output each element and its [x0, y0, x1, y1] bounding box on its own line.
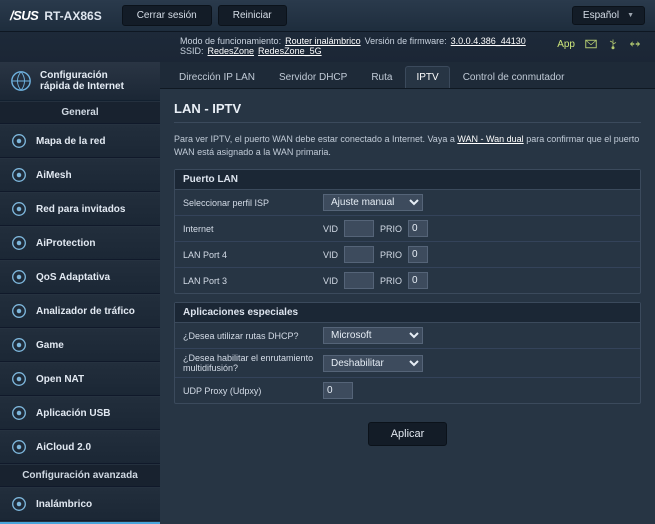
lan-row-label: Internet [183, 224, 323, 234]
app-link[interactable]: App [557, 39, 575, 50]
multicast-label: ¿Desea habilitar el enrutamiento multidi… [183, 353, 323, 373]
sidebar-item-analizador-de-tráfico[interactable]: Analizador de tráfico [0, 294, 160, 328]
sidebar-item-open-nat[interactable]: Open NAT [0, 362, 160, 396]
isp-profile-label: Seleccionar perfil ISP [183, 198, 323, 208]
udpxy-label: UDP Proxy (Udpxy) [183, 386, 323, 396]
globe-icon [10, 70, 32, 92]
nav-icon [10, 268, 28, 286]
sidebar-item-label: AiProtection [36, 238, 95, 249]
ssid-label: SSID: [180, 46, 204, 56]
lan-row: LAN Port 3VIDPRIO [175, 268, 640, 293]
nav-icon [10, 166, 28, 184]
lan-row: InternetVIDPRIO [175, 216, 640, 242]
lan-port-header: Puerto LAN [175, 170, 640, 190]
lan-row-label: LAN Port 4 [183, 250, 323, 260]
sidebar-item-label: Mapa de la red [36, 136, 105, 147]
nav-icon [10, 438, 28, 456]
model-name: RT-AX86S [44, 9, 101, 23]
sidebar-item-label: Red para invitados [36, 204, 125, 215]
sidebar-item-aicloud-2.0[interactable]: AiCloud 2.0 [0, 430, 160, 464]
sidebar-item-inalámbrico[interactable]: Inalámbrico [0, 487, 160, 521]
mode-link[interactable]: Router inalámbrico [285, 36, 361, 46]
logout-button[interactable]: Cerrar sesión [122, 5, 212, 26]
language-label: Español [583, 10, 619, 21]
vid-input[interactable] [344, 272, 374, 289]
sidebar-item-label: Open NAT [36, 374, 84, 385]
nav-icon [10, 302, 28, 320]
tab-servidor-dhcp[interactable]: Servidor DHCP [268, 66, 358, 88]
nav-icon [10, 336, 28, 354]
ssid2-link[interactable]: RedesZone_5G [258, 46, 322, 56]
language-selector[interactable]: Español ▼ [572, 6, 645, 25]
sidebar-item-label: Inalámbrico [36, 499, 92, 510]
content-area: Dirección IP LANServidor DHCPRutaIPTVCon… [160, 62, 655, 524]
usb-icon[interactable] [607, 38, 619, 50]
vid-input[interactable] [344, 246, 374, 263]
mail-icon[interactable] [585, 38, 597, 50]
nav-icon [10, 132, 28, 150]
vid-input[interactable] [344, 220, 374, 237]
advanced-header: Configuración avanzada [0, 464, 160, 487]
special-apps-section: Aplicaciones especiales ¿Desea utilizar … [174, 302, 641, 404]
nav-icon [10, 370, 28, 388]
sidebar-item-label: Game [36, 340, 64, 351]
isp-profile-select[interactable]: Ajuste manual [323, 194, 423, 211]
ssid1-link[interactable]: RedesZone [208, 46, 255, 56]
tab-dirección-ip-lan[interactable]: Dirección IP LAN [168, 66, 266, 88]
quick-line2: rápida de Internet [40, 81, 124, 92]
link-icon[interactable] [629, 38, 641, 50]
quick-setup[interactable]: Configuraciónrápida de Internet [0, 62, 160, 101]
sidebar-item-red-para-invitados[interactable]: Red para invitados [0, 192, 160, 226]
sidebar-item-aimesh[interactable]: AiMesh [0, 158, 160, 192]
brand-logo: /SUS [10, 8, 38, 23]
sidebar-item-aiprotection[interactable]: AiProtection [0, 226, 160, 260]
sidebar-item-game[interactable]: Game [0, 328, 160, 362]
fw-label: Versión de firmware: [365, 36, 447, 46]
quick-line1: Configuración [40, 70, 124, 81]
nav-icon [10, 404, 28, 422]
sidebar: Configuraciónrápida de Internet General … [0, 62, 160, 524]
special-apps-header: Aplicaciones especiales [175, 303, 640, 323]
sidebar-item-label: Aplicación USB [36, 408, 110, 419]
nav-icon [10, 200, 28, 218]
wan-dual-link[interactable]: WAN - Wan dual [457, 134, 523, 144]
sidebar-item-qos-adaptativa[interactable]: QoS Adaptativa [0, 260, 160, 294]
reboot-button[interactable]: Reiniciar [218, 5, 287, 26]
page-note: Para ver IPTV, el puerto WAN debe estar … [174, 133, 641, 159]
multicast-select[interactable]: Deshabilitar [323, 355, 423, 372]
tab-ruta[interactable]: Ruta [360, 66, 403, 88]
chevron-down-icon: ▼ [627, 12, 634, 19]
sidebar-item-label: AiMesh [36, 170, 72, 181]
fw-link[interactable]: 3.0.0.4.386_44130 [451, 36, 526, 46]
nav-icon [10, 234, 28, 252]
sidebar-item-label: AiCloud 2.0 [36, 442, 91, 453]
apply-button[interactable]: Aplicar [368, 422, 448, 446]
sidebar-item-aplicación-usb[interactable]: Aplicación USB [0, 396, 160, 430]
sidebar-item-mapa-de-la-red[interactable]: Mapa de la red [0, 124, 160, 158]
dhcp-routes-label: ¿Desea utilizar rutas DHCP? [183, 331, 323, 341]
page-title: LAN - IPTV [174, 101, 641, 123]
sidebar-item-label: Analizador de tráfico [36, 306, 135, 317]
info-bar: Modo de funcionamiento: Router inalámbri… [0, 32, 655, 62]
lan-row: LAN Port 4VIDPRIO [175, 242, 640, 268]
prio-input[interactable] [408, 220, 428, 237]
lan-port-section: Puerto LAN Seleccionar perfil ISP Ajuste… [174, 169, 641, 294]
app-row: App [557, 38, 641, 50]
mode-label: Modo de funcionamiento: [180, 36, 281, 46]
dhcp-routes-select[interactable]: Microsoft [323, 327, 423, 344]
tab-control-de-conmutador[interactable]: Control de conmutador [452, 66, 576, 88]
lan-row-label: LAN Port 3 [183, 276, 323, 286]
tab-iptv[interactable]: IPTV [405, 66, 449, 88]
sidebar-item-label: QoS Adaptativa [36, 272, 110, 283]
tab-bar: Dirección IP LANServidor DHCPRutaIPTVCon… [160, 62, 655, 89]
prio-input[interactable] [408, 246, 428, 263]
udpxy-input[interactable] [323, 382, 353, 399]
prio-input[interactable] [408, 272, 428, 289]
top-bar: /SUS RT-AX86S Cerrar sesión Reiniciar Es… [0, 0, 655, 32]
general-header: General [0, 101, 160, 124]
nav-icon [10, 495, 28, 513]
